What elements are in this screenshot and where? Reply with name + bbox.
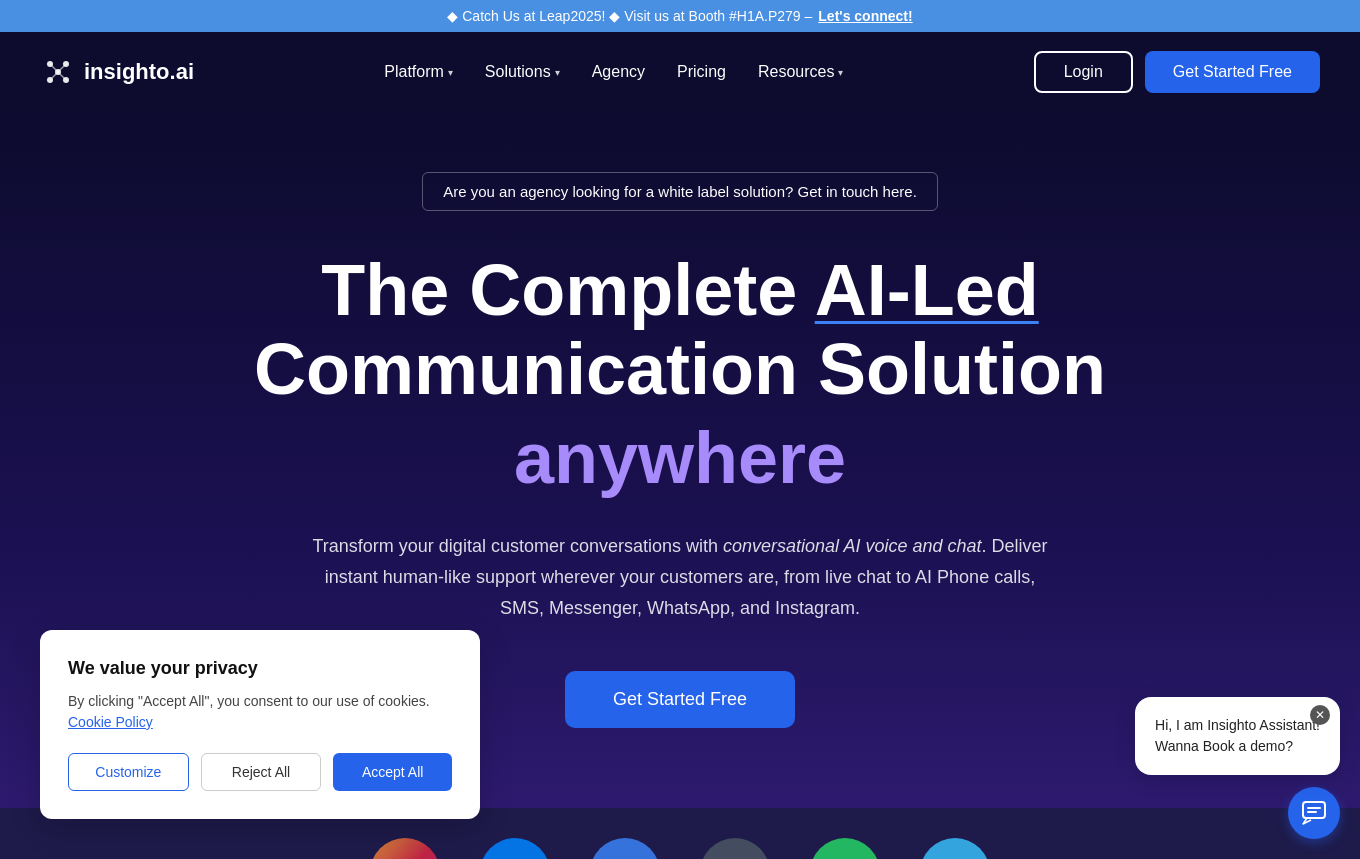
nav-item-solutions[interactable]: Solutions ▾ xyxy=(485,63,560,81)
nav-links: Platform ▾ Solutions ▾ Agency Pricing Re… xyxy=(384,63,843,81)
hero-title-part2: Communication Solution xyxy=(254,329,1106,409)
hero-anywhere: anywhere xyxy=(514,418,846,498)
logo-icon xyxy=(40,54,76,90)
logo-text: insighto.ai xyxy=(84,59,194,85)
cookie-title: We value your privacy xyxy=(68,658,452,679)
chevron-down-icon: ▾ xyxy=(838,67,843,78)
nav-solutions-label: Solutions xyxy=(485,63,551,81)
svg-rect-17 xyxy=(1303,802,1325,818)
get-started-hero-button[interactable]: Get Started Free xyxy=(565,671,795,728)
get-started-nav-button[interactable]: Get Started Free xyxy=(1145,51,1320,93)
nav-platform-label: Platform xyxy=(384,63,444,81)
cookie-banner: We value your privacy By clicking "Accep… xyxy=(40,630,480,819)
svg-line-8 xyxy=(58,72,66,80)
logo[interactable]: insighto.ai xyxy=(40,54,194,90)
hero-description: Transform your digital customer conversa… xyxy=(310,531,1050,623)
agency-banner-text: Are you an agency looking for a white la… xyxy=(443,183,917,200)
nav-actions: Login Get Started Free xyxy=(1034,51,1320,93)
nav-pricing-label: Pricing xyxy=(677,63,726,81)
navbar: insighto.ai Platform ▾ Solutions ▾ Agenc… xyxy=(0,32,1360,112)
arrow-icon xyxy=(590,838,660,859)
nav-item-pricing[interactable]: Pricing xyxy=(677,63,726,81)
chat-icon xyxy=(1301,800,1327,826)
messenger-icon xyxy=(480,838,550,859)
cookie-policy-link[interactable]: Cookie Policy xyxy=(68,714,153,730)
cookie-body: By clicking "Accept All", you consent to… xyxy=(68,691,452,733)
reject-all-button[interactable]: Reject All xyxy=(201,753,322,791)
svg-line-7 xyxy=(50,72,58,80)
chat-message-line1: Hi, I am Insighto Assistant! xyxy=(1155,717,1320,733)
nav-agency-label: Agency xyxy=(592,63,645,81)
nav-item-agency[interactable]: Agency xyxy=(592,63,645,81)
instagram-icon xyxy=(370,838,440,859)
banner-link[interactable]: Let's connect! xyxy=(818,8,912,24)
cookie-buttons: Customize Reject All Accept All xyxy=(68,753,452,791)
top-banner: ◆ Catch Us at Leap2025! ◆ Visit us at Bo… xyxy=(0,0,1360,32)
hero-ai-led: AI-Led xyxy=(815,250,1039,330)
hero-subtitle: anywhere xyxy=(514,417,846,499)
chat-message: Hi, I am Insighto Assistant! Wanna Book … xyxy=(1155,715,1320,757)
svg-line-6 xyxy=(58,64,66,72)
customize-button[interactable]: Customize xyxy=(68,753,189,791)
globe-icon xyxy=(920,838,990,859)
accept-all-button[interactable]: Accept All xyxy=(333,753,452,791)
hero-title-part1: The Complete xyxy=(321,250,814,330)
cookie-body-text: By clicking "Accept All", you consent to… xyxy=(68,693,430,709)
svg-line-5 xyxy=(50,64,58,72)
phone-icon xyxy=(700,838,770,859)
channel-icons xyxy=(370,838,990,859)
login-button[interactable]: Login xyxy=(1034,51,1133,93)
agency-banner[interactable]: Are you an agency looking for a white la… xyxy=(422,172,938,211)
hero-title: The Complete AI-Led Communication Soluti… xyxy=(254,251,1106,409)
chevron-down-icon: ▾ xyxy=(555,67,560,78)
whatsapp-icon xyxy=(810,838,880,859)
nav-item-platform[interactable]: Platform ▾ xyxy=(384,63,453,81)
chevron-down-icon: ▾ xyxy=(448,67,453,78)
chat-message-line2: Wanna Book a demo? xyxy=(1155,738,1293,754)
chat-close-button[interactable]: ✕ xyxy=(1310,705,1330,725)
nav-resources-label: Resources xyxy=(758,63,834,81)
banner-text: ◆ Catch Us at Leap2025! ◆ Visit us at Bo… xyxy=(447,8,812,24)
chat-widget: ✕ Hi, I am Insighto Assistant! Wanna Boo… xyxy=(1135,697,1340,839)
nav-item-resources[interactable]: Resources ▾ xyxy=(758,63,843,81)
chat-bubble: ✕ Hi, I am Insighto Assistant! Wanna Boo… xyxy=(1135,697,1340,775)
chat-open-button[interactable] xyxy=(1288,787,1340,839)
